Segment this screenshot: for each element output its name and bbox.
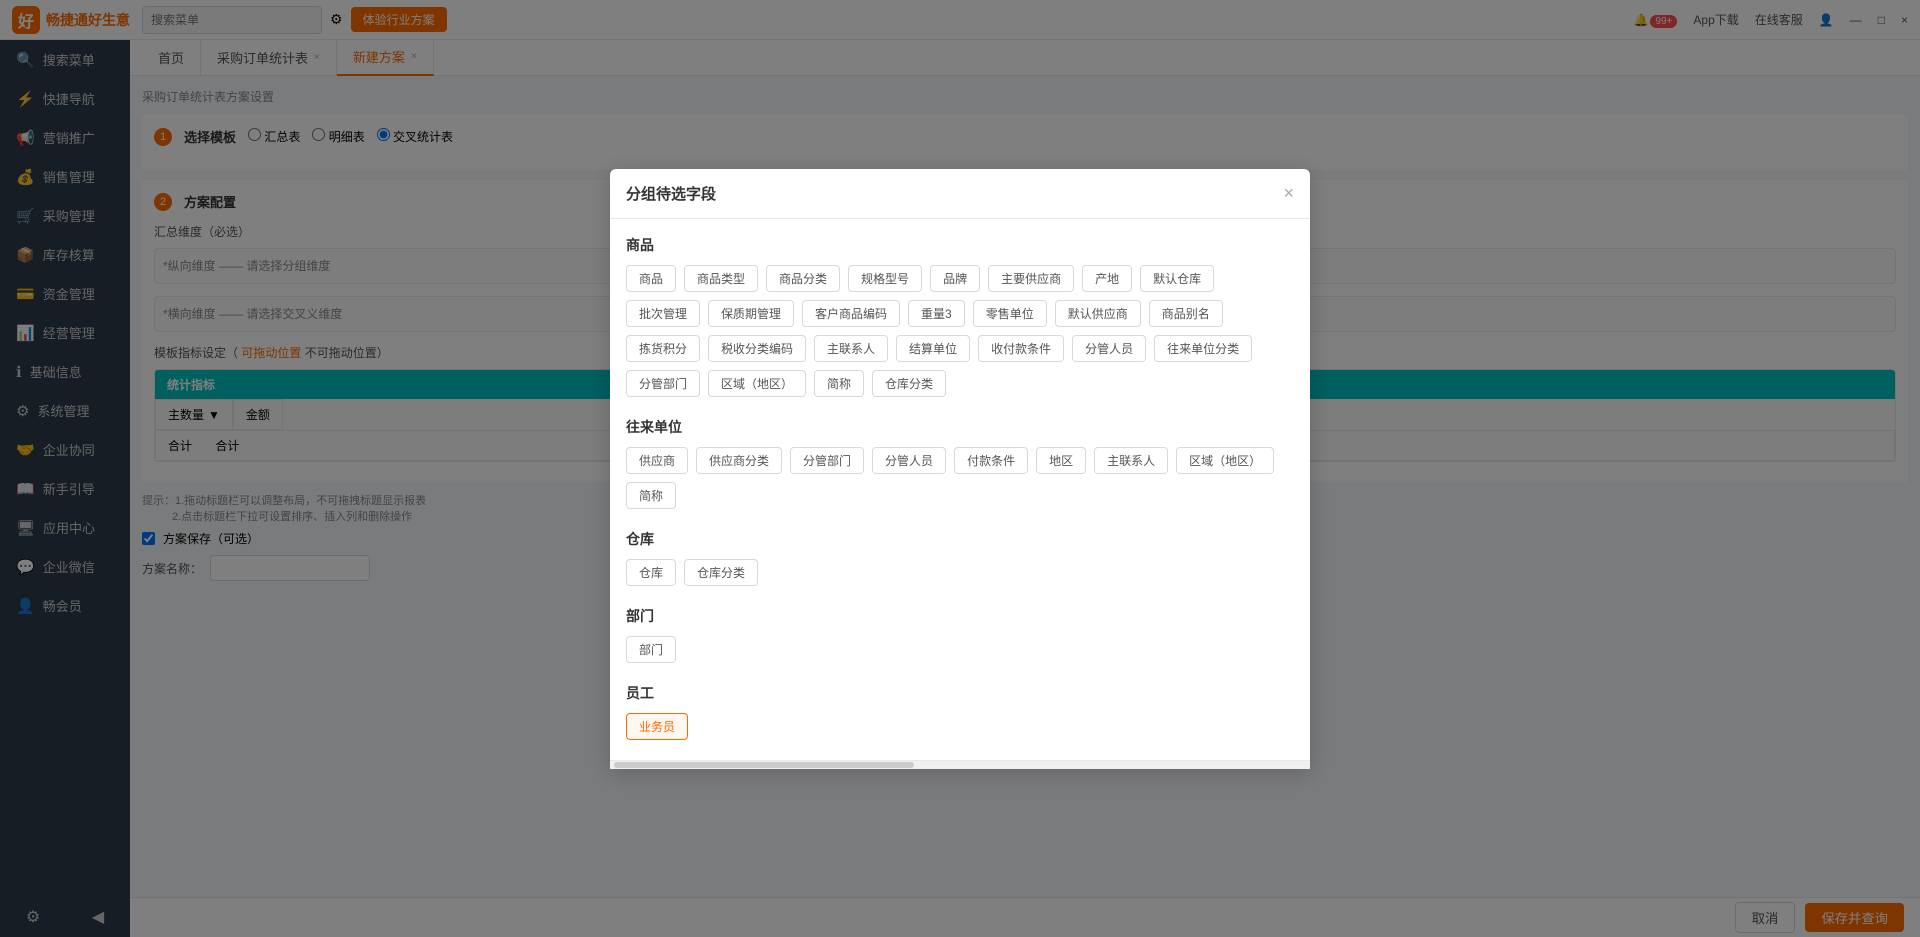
field-tag-manage-person[interactable]: 分管人员 (872, 447, 946, 474)
field-tag-region2[interactable]: 区域（地区） (1176, 447, 1274, 474)
field-tag-batch-mgmt[interactable]: 批次管理 (626, 300, 700, 327)
field-tag-payment-condition[interactable]: 付款条件 (954, 447, 1028, 474)
field-tag-salesperson[interactable]: 业务员 (626, 713, 688, 740)
counterpart-fields: 供应商 供应商分类 分管部门 分管人员 付款条件 地区 主联系人 区域（地区） … (626, 447, 1294, 509)
field-tag-settlement-unit[interactable]: 结算单位 (896, 335, 970, 362)
field-tag-retail-unit[interactable]: 零售单位 (973, 300, 1047, 327)
section-warehouse-title: 仓库 (626, 529, 1294, 549)
hscroll-thumb (614, 762, 914, 768)
modal-hscroll[interactable] (610, 760, 1310, 768)
field-tag-tax-category-code[interactable]: 税收分类编码 (708, 335, 806, 362)
field-tag-warehouse-cat[interactable]: 仓库分类 (684, 559, 758, 586)
modal-header: 分组待选字段 × (610, 169, 1310, 219)
section-product: 商品 商品 商品类型 商品分类 规格型号 品牌 主要供应商 产地 默认仓库 批次… (626, 235, 1294, 397)
field-tag-dept[interactable]: 部门 (626, 636, 676, 663)
section-counterpart: 往来单位 供应商 供应商分类 分管部门 分管人员 付款条件 地区 主联系人 区域… (626, 417, 1294, 509)
field-tag-warehouse[interactable]: 仓库 (626, 559, 676, 586)
field-tag-short-name[interactable]: 简称 (814, 370, 864, 397)
field-tag-supplier-category[interactable]: 供应商分类 (696, 447, 782, 474)
section-dept: 部门 部门 (626, 606, 1294, 663)
modal-close-button[interactable]: × (1283, 183, 1294, 204)
field-tag-customer-product-code[interactable]: 客户商品编码 (802, 300, 900, 327)
section-warehouse: 仓库 仓库 仓库分类 (626, 529, 1294, 586)
field-tag-brand[interactable]: 品牌 (930, 265, 980, 292)
field-tag-supplier[interactable]: 供应商 (626, 447, 688, 474)
section-dept-title: 部门 (626, 606, 1294, 626)
field-tag-supervisor[interactable]: 分管人员 (1072, 335, 1146, 362)
field-tag-manage-dept[interactable]: 分管部门 (790, 447, 864, 474)
modal-dialog: 分组待选字段 × 商品 商品 商品类型 商品分类 规格型号 品牌 主要供应商 产… (610, 169, 1310, 769)
field-tag-area[interactable]: 地区 (1036, 447, 1086, 474)
field-tag-counterpart-category[interactable]: 往来单位分类 (1154, 335, 1252, 362)
warehouse-fields: 仓库 仓库分类 (626, 559, 1294, 586)
field-tag-product-alias[interactable]: 商品别名 (1149, 300, 1223, 327)
field-tag-weight3[interactable]: 重量3 (908, 300, 965, 327)
field-tag-default-warehouse[interactable]: 默认仓库 (1140, 265, 1214, 292)
modal-body[interactable]: 商品 商品 商品类型 商品分类 规格型号 品牌 主要供应商 产地 默认仓库 批次… (610, 219, 1310, 761)
section-product-title: 商品 (626, 235, 1294, 255)
field-tag-main-supplier[interactable]: 主要供应商 (988, 265, 1074, 292)
field-tag-spec-model[interactable]: 规格型号 (848, 265, 922, 292)
field-tag-main-contact[interactable]: 主联系人 (814, 335, 888, 362)
section-employee-title: 员工 (626, 683, 1294, 703)
section-counterpart-title: 往来单位 (626, 417, 1294, 437)
field-tag-region[interactable]: 区域（地区） (708, 370, 806, 397)
field-tag-product[interactable]: 商品 (626, 265, 676, 292)
field-tag-shelf-life[interactable]: 保质期管理 (708, 300, 794, 327)
field-tag-warehouse-category[interactable]: 仓库分类 (872, 370, 946, 397)
employee-fields: 业务员 (626, 713, 1294, 740)
section-employee: 员工 业务员 (626, 683, 1294, 740)
field-tag-origin[interactable]: 产地 (1082, 265, 1132, 292)
modal-overlay: 分组待选字段 × 商品 商品 商品类型 商品分类 规格型号 品牌 主要供应商 产… (0, 0, 1920, 937)
field-tag-pick-score[interactable]: 拣货积分 (626, 335, 700, 362)
field-tag-payment-terms[interactable]: 收付款条件 (978, 335, 1064, 362)
field-tag-product-type[interactable]: 商品类型 (684, 265, 758, 292)
field-tag-default-supplier[interactable]: 默认供应商 (1055, 300, 1141, 327)
dept-fields: 部门 (626, 636, 1294, 663)
field-tag-short-name2[interactable]: 简称 (626, 482, 676, 509)
field-tag-product-category[interactable]: 商品分类 (766, 265, 840, 292)
product-fields: 商品 商品类型 商品分类 规格型号 品牌 主要供应商 产地 默认仓库 批次管理 … (626, 265, 1294, 397)
field-tag-main-contact2[interactable]: 主联系人 (1094, 447, 1168, 474)
field-tag-supervise-dept[interactable]: 分管部门 (626, 370, 700, 397)
modal-title: 分组待选字段 (626, 183, 716, 204)
